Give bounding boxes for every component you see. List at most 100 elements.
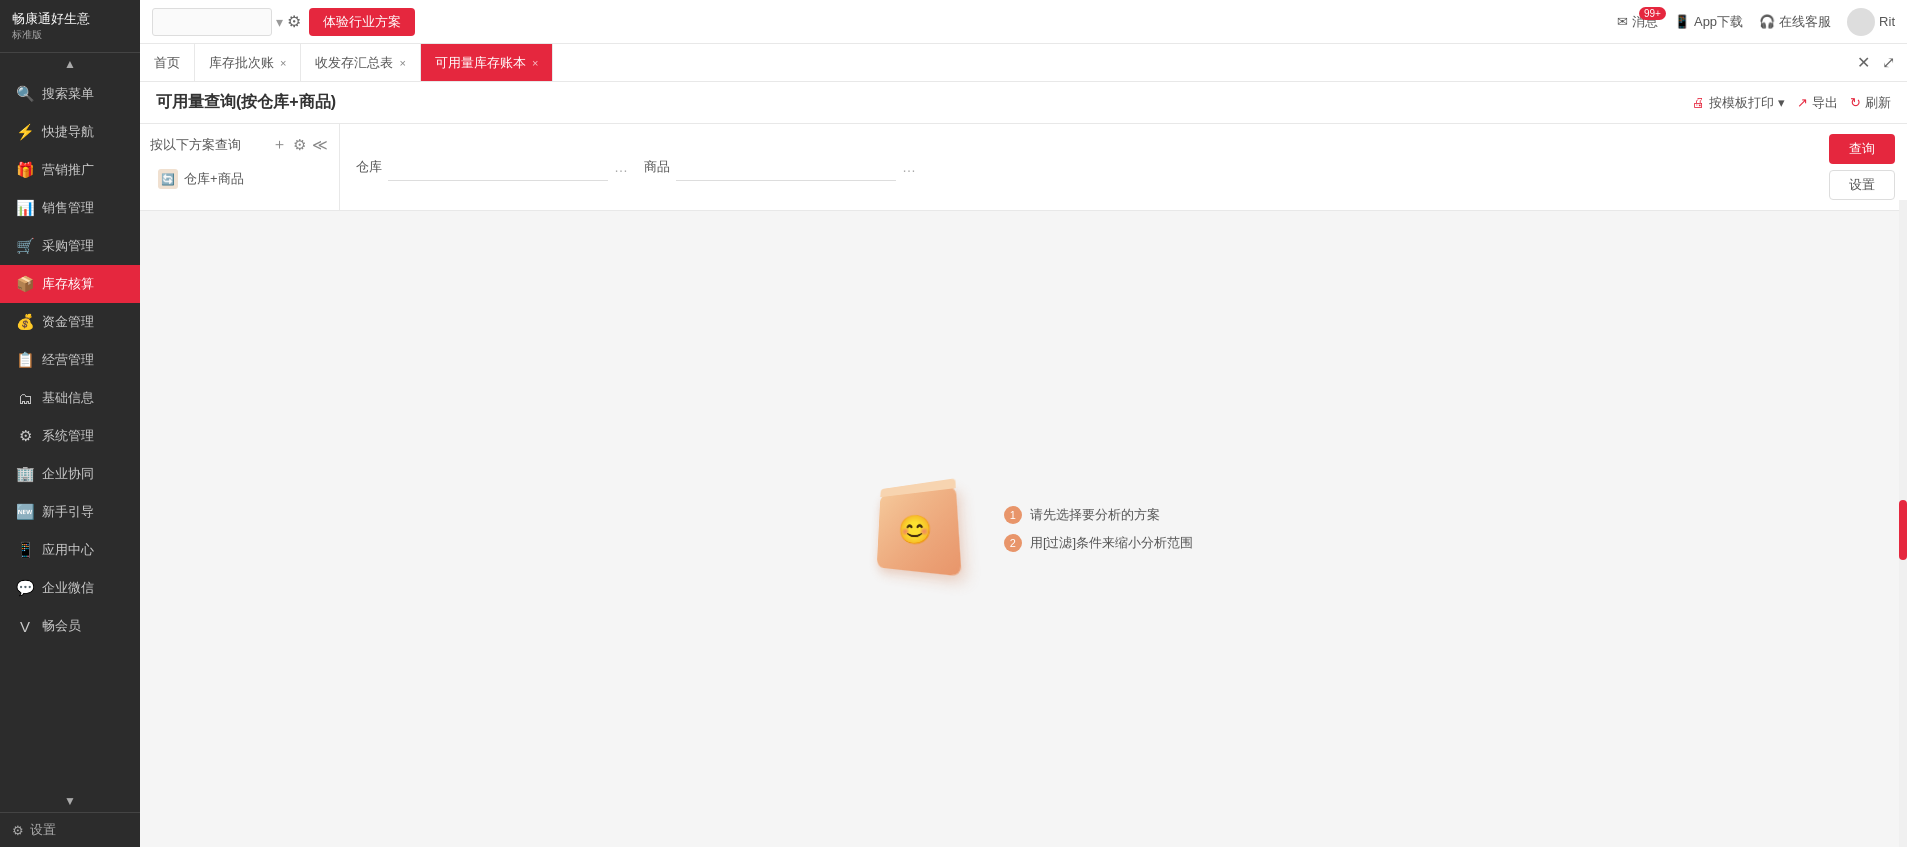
sidebar-item-inventory[interactable]: 📦 库存核算 <box>0 265 140 303</box>
page-header-actions: 🖨 按模板打印 ▾ ↗ 导出 ↻ 刷新 <box>1692 94 1891 112</box>
print-button[interactable]: 🖨 按模板打印 ▾ <box>1692 94 1785 112</box>
sidebar-label-vip: 畅会员 <box>42 617 81 635</box>
vip-icon: V <box>16 617 34 635</box>
query-settings-button[interactable]: 设置 <box>1829 170 1895 200</box>
purchase-icon: 🛒 <box>16 237 34 255</box>
newbie-icon: 🆕 <box>16 503 34 521</box>
sidebar-item-newbie[interactable]: 🆕 新手引导 <box>0 493 140 531</box>
sidebar: 畅康通好生意 标准版 ▲ 🔍 搜索菜单 ⚡ 快捷导航 🎁 营销推广 📊 销售管理… <box>0 0 140 847</box>
tab-receipt-summary[interactable]: 收发存汇总表 × <box>301 44 420 81</box>
warehouse-label: 仓库 <box>356 158 382 176</box>
system-icon: ⚙ <box>16 427 34 445</box>
empty-hint-1: 1 请先选择要分析的方案 <box>1004 506 1193 524</box>
user-profile[interactable]: Rit <box>1847 8 1895 36</box>
app-logo: 畅康通好生意 标准版 <box>0 0 140 53</box>
sidebar-item-wechat[interactable]: 💬 企业微信 <box>0 569 140 607</box>
app-download-button[interactable]: 📱 App下载 <box>1674 13 1743 31</box>
scheme-warehouse-product[interactable]: 🔄 仓库+商品 <box>150 163 329 195</box>
topbar-gear-icon[interactable]: ⚙ <box>287 12 301 31</box>
online-service-label: 在线客服 <box>1779 13 1831 31</box>
warehouse-input[interactable] <box>388 153 608 181</box>
sidebar-label-marketing: 营销推广 <box>42 161 94 179</box>
tab-inventory-batch-close[interactable]: × <box>280 57 286 69</box>
sidebar-scroll-down[interactable]: ▼ <box>0 790 140 812</box>
collapse-scheme-button[interactable]: ≪ <box>311 135 329 155</box>
empty-box-face: 😊 <box>897 512 932 547</box>
user-avatar <box>1847 8 1875 36</box>
product-input[interactable] <box>676 153 896 181</box>
query-fields: 仓库 … 商品 … <box>340 124 1817 210</box>
tab-inventory-batch[interactable]: 库存批次账 × <box>195 44 301 81</box>
product-more-icon[interactable]: … <box>902 159 916 175</box>
step-2-num: 2 <box>1004 534 1022 552</box>
sidebar-item-basic[interactable]: 🗂 基础信息 <box>0 379 140 417</box>
sidebar-label-search: 搜索菜单 <box>42 85 94 103</box>
sidebar-item-finance[interactable]: 💰 资金管理 <box>0 303 140 341</box>
schemes-header-label: 按以下方案查询 <box>150 136 241 154</box>
topbar-search-input[interactable] <box>152 8 272 36</box>
empty-hint-1-text: 请先选择要分析的方案 <box>1030 506 1160 524</box>
refresh-button[interactable]: ↻ 刷新 <box>1850 94 1891 112</box>
export-button[interactable]: ↗ 导出 <box>1797 94 1838 112</box>
tab-inventory-batch-label: 库存批次账 <box>209 54 274 72</box>
empty-hint-2: 2 用[过滤]条件来缩小分析范围 <box>1004 534 1193 552</box>
sidebar-item-system[interactable]: ⚙ 系统管理 <box>0 417 140 455</box>
sidebar-label-enterprise: 企业协同 <box>42 465 94 483</box>
tab-available-inventory[interactable]: 可用量库存账本 × <box>421 44 553 81</box>
empty-state: 😊 1 请先选择要分析的方案 2 用[过滤]条件来缩小分析范围 <box>140 211 1907 847</box>
message-button[interactable]: ✉ 消息 99+ <box>1617 13 1658 31</box>
finance-icon: 💰 <box>16 313 34 331</box>
refresh-icon: ↻ <box>1850 95 1861 110</box>
tab-available-inventory-close[interactable]: × <box>532 57 538 69</box>
app-download-icon: 📱 <box>1674 14 1690 29</box>
schemes-header: 按以下方案查询 ＋ ⚙ ≪ <box>150 134 329 155</box>
sidebar-label-inventory: 库存核算 <box>42 275 94 293</box>
headset-icon: 🎧 <box>1759 14 1775 29</box>
tab-close-button[interactable]: ✕ <box>1853 49 1874 76</box>
tab-receipt-summary-close[interactable]: × <box>399 57 405 69</box>
right-scrollbar[interactable] <box>1899 200 1907 847</box>
sidebar-settings[interactable]: ⚙ 设置 <box>0 812 140 847</box>
operations-icon: 📋 <box>16 351 34 369</box>
settings-scheme-button[interactable]: ⚙ <box>292 135 307 155</box>
sidebar-item-app-center[interactable]: 📱 应用中心 <box>0 531 140 569</box>
scrollbar-thumb[interactable] <box>1899 500 1907 560</box>
tab-receipt-summary-label: 收发存汇总表 <box>315 54 393 72</box>
sidebar-item-marketing[interactable]: 🎁 营销推广 <box>0 151 140 189</box>
warehouse-field-group: 仓库 … <box>356 153 628 181</box>
sidebar-item-purchase[interactable]: 🛒 采购管理 <box>0 227 140 265</box>
search-icon: 🔍 <box>16 85 34 103</box>
query-button[interactable]: 查询 <box>1829 134 1895 164</box>
sidebar-label-shortcut: 快捷导航 <box>42 123 94 141</box>
tab-available-inventory-label: 可用量库存账本 <box>435 54 526 72</box>
warehouse-more-icon[interactable]: … <box>614 159 628 175</box>
industry-solution-button[interactable]: 体验行业方案 <box>309 8 415 36</box>
marketing-icon: 🎁 <box>16 161 34 179</box>
sidebar-item-shortcut[interactable]: ⚡ 快捷导航 <box>0 113 140 151</box>
username-label: Rit <box>1879 14 1895 29</box>
sidebar-label-operations: 经营管理 <box>42 351 94 369</box>
online-service-button[interactable]: 🎧 在线客服 <box>1759 13 1831 31</box>
print-chevron-icon: ▾ <box>1778 95 1785 110</box>
sidebar-label-system: 系统管理 <box>42 427 94 445</box>
sidebar-menu: 🔍 搜索菜单 ⚡ 快捷导航 🎁 营销推广 📊 销售管理 🛒 采购管理 📦 库存核… <box>0 75 140 790</box>
message-badge: 99+ <box>1639 7 1666 20</box>
message-icon: ✉ <box>1617 14 1628 29</box>
add-scheme-button[interactable]: ＋ <box>271 134 288 155</box>
sidebar-item-operations[interactable]: 📋 经营管理 <box>0 341 140 379</box>
sidebar-label-purchase: 采购管理 <box>42 237 94 255</box>
empty-text: 1 请先选择要分析的方案 2 用[过滤]条件来缩小分析范围 <box>1004 506 1193 552</box>
sidebar-item-sales[interactable]: 📊 销售管理 <box>0 189 140 227</box>
sidebar-label-finance: 资金管理 <box>42 313 94 331</box>
sidebar-item-vip[interactable]: V 畅会员 <box>0 607 140 645</box>
sidebar-scroll-up[interactable]: ▲ <box>0 53 140 75</box>
topbar-chevron-icon[interactable]: ▾ <box>276 14 283 30</box>
sidebar-item-enterprise[interactable]: 🏢 企业协同 <box>0 455 140 493</box>
tab-home[interactable]: 首页 <box>140 44 195 81</box>
empty-illustration: 😊 <box>854 469 974 589</box>
app-download-label: App下载 <box>1694 13 1743 31</box>
schemes-actions: ＋ ⚙ ≪ <box>271 134 329 155</box>
sidebar-item-search[interactable]: 🔍 搜索菜单 <box>0 75 140 113</box>
tab-expand-button[interactable]: ⤢ <box>1878 49 1899 76</box>
query-schemes: 按以下方案查询 ＋ ⚙ ≪ 🔄 仓库+商品 <box>140 124 340 210</box>
